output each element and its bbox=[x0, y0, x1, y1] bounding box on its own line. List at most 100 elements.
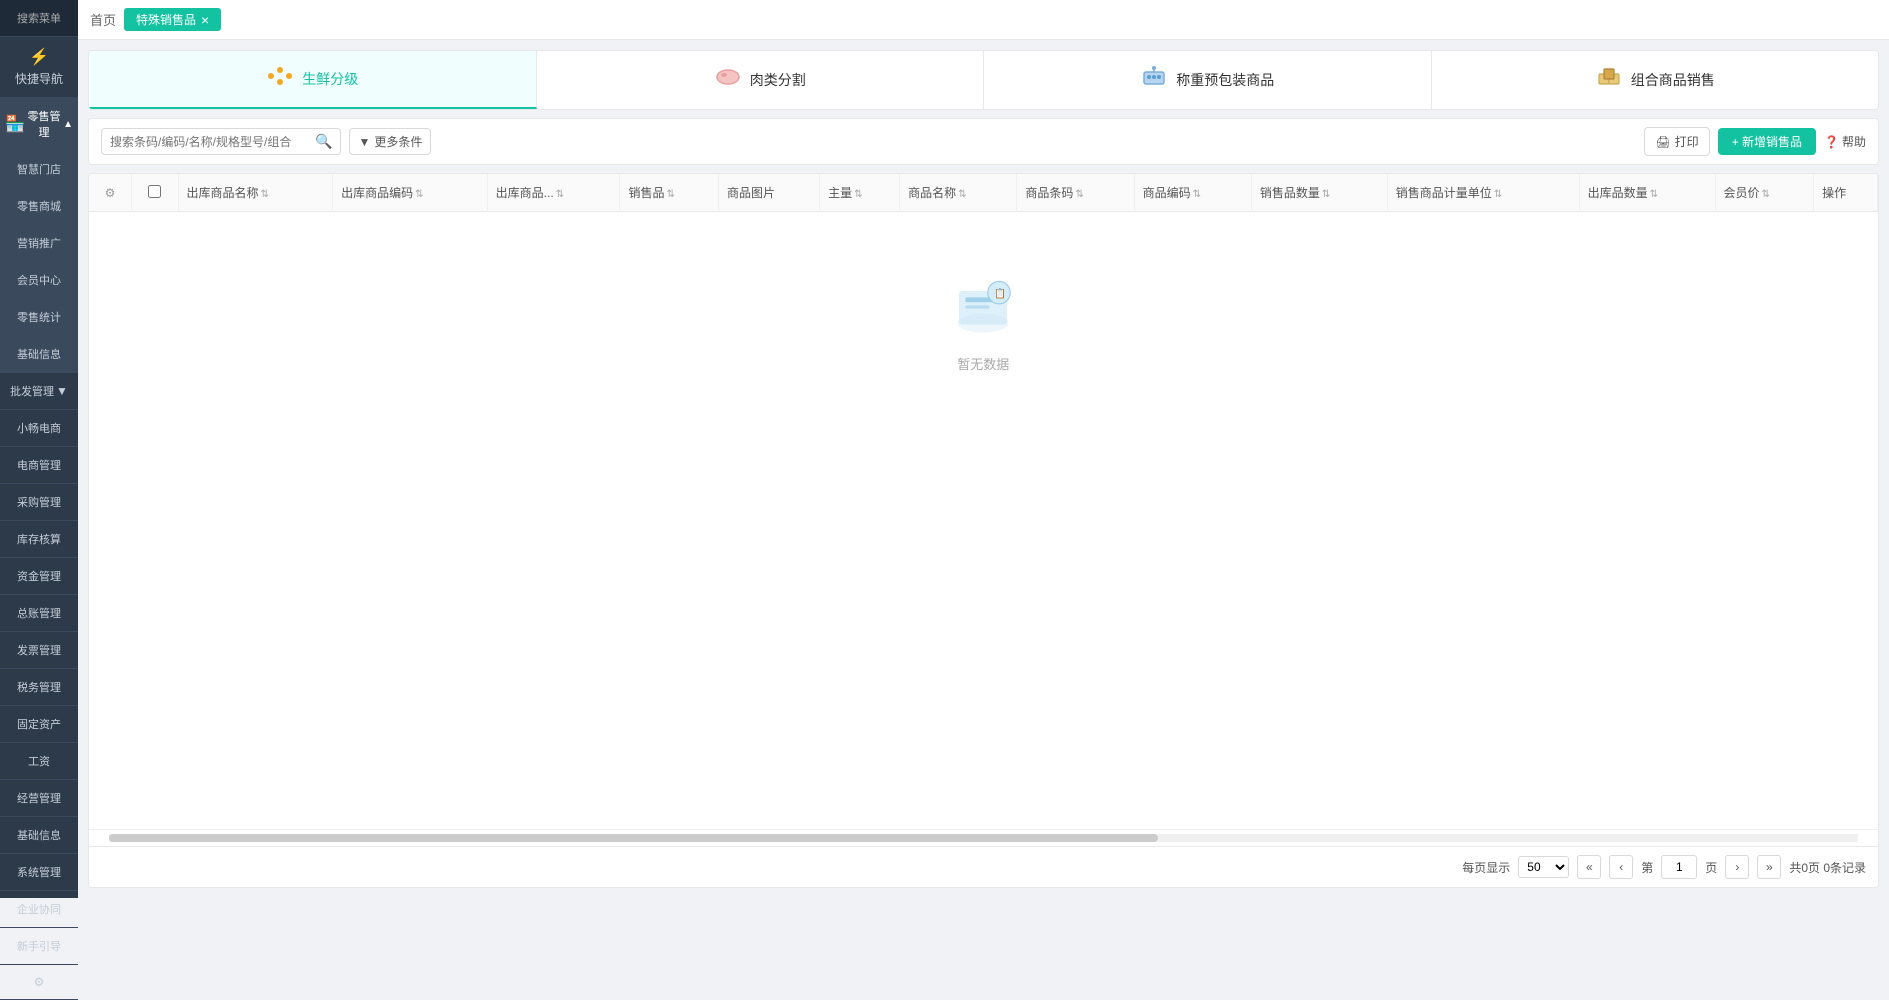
sort-icon[interactable]: ⇅ bbox=[1762, 189, 1770, 200]
filter-label: 更多条件 bbox=[374, 133, 422, 150]
topbar: 首页 特殊销售品 × bbox=[78, 0, 1889, 40]
retail-mgmt-arrow: ▲ bbox=[63, 119, 73, 130]
sidebar: 搜索菜单 ⚡ 快捷导航 🏪 零售管理 ▲ 智慧门店 零售商城 营销推广 会员中心… bbox=[0, 0, 78, 898]
help-button[interactable]: ❓ 帮助 bbox=[1824, 133, 1866, 150]
sort-icon[interactable]: ⇅ bbox=[1075, 189, 1083, 200]
th-sale-unit: 销售商品计量单位⇅ bbox=[1387, 174, 1579, 212]
add-label: + 新增销售品 bbox=[1732, 133, 1802, 150]
sidebar-item-member-center[interactable]: 会员中心 bbox=[0, 262, 78, 299]
horizontal-scrollbar[interactable] bbox=[89, 829, 1878, 846]
filter-icon: ▼ bbox=[358, 135, 370, 149]
active-tab[interactable]: 特殊销售品 × bbox=[124, 8, 221, 31]
biz-mgmt-label: 经营管理 bbox=[17, 790, 61, 806]
prev-page-button[interactable]: ‹ bbox=[1609, 855, 1633, 879]
sys-mgmt-label: 系统管理 bbox=[17, 864, 61, 880]
filter-button[interactable]: ▼ 更多条件 bbox=[349, 128, 431, 155]
sidebar-item-new-guide[interactable]: 新手引导 bbox=[0, 928, 78, 965]
th-check[interactable] bbox=[131, 174, 178, 212]
sort-icon[interactable]: ⇅ bbox=[958, 189, 966, 200]
per-page-select[interactable]: 50 10 20 100 bbox=[1518, 856, 1569, 878]
data-table: ⚙ 出库商品名称⇅ 出库商品编码⇅ 出库商品...⇅ 销售品⇅ 商品图片 主量⇅… bbox=[88, 173, 1879, 888]
content-area: 生鲜分级 肉类分割 bbox=[78, 40, 1889, 898]
tab-combo-label: 组合商品销售 bbox=[1631, 70, 1715, 90]
current-page-input[interactable] bbox=[1661, 855, 1697, 879]
sidebar-item-wholesale[interactable]: 批发管理 ▼ bbox=[0, 373, 78, 410]
last-page-button[interactable]: » bbox=[1757, 855, 1781, 879]
close-tab-icon[interactable]: × bbox=[201, 13, 209, 27]
th-sale-item: 销售品⇅ bbox=[620, 174, 719, 212]
sidebar-item-biz-mgmt[interactable]: 经营管理 bbox=[0, 780, 78, 817]
sort-icon[interactable]: ⇅ bbox=[556, 189, 564, 200]
help-label: 帮助 bbox=[1842, 133, 1866, 150]
quick-nav-icon: ⚡ bbox=[29, 47, 49, 67]
svg-text:📋: 📋 bbox=[994, 288, 1006, 300]
th-member-price: 会员价⇅ bbox=[1715, 174, 1814, 212]
sidebar-item-retail-mall[interactable]: 零售商城 bbox=[0, 188, 78, 225]
sidebar-item-fixed-assets[interactable]: 固定资产 bbox=[0, 706, 78, 743]
sidebar-item-inventory[interactable]: 库存核算 bbox=[0, 521, 78, 558]
sidebar-item-tax[interactable]: 税务管理 bbox=[0, 669, 78, 706]
toolbar-left: 🔍 ▼ 更多条件 bbox=[101, 128, 431, 155]
sidebar-item-wages[interactable]: 工资 bbox=[0, 743, 78, 780]
tab-weight-pkg-label: 称重预包装商品 bbox=[1176, 70, 1274, 90]
th-main-weight: 主量⇅ bbox=[820, 174, 900, 212]
sidebar-item-quick-nav[interactable]: ⚡ 快捷导航 bbox=[0, 37, 78, 98]
search-input[interactable] bbox=[110, 135, 310, 149]
new-guide-label: 新手引导 bbox=[17, 938, 61, 954]
combo-icon bbox=[1595, 66, 1623, 94]
ledger-label: 总账管理 bbox=[17, 605, 61, 621]
retail-stats-label: 零售统计 bbox=[17, 309, 61, 325]
sidebar-item-smart-store[interactable]: 智慧门店 bbox=[0, 151, 78, 188]
tab-meat-cut[interactable]: 肉类分割 bbox=[537, 51, 985, 109]
sort-icon[interactable]: ⇅ bbox=[261, 189, 269, 200]
sidebar-item-base-info2[interactable]: 基础信息 bbox=[0, 817, 78, 854]
sidebar-item-retail-mgmt[interactable]: 🏪 零售管理 ▲ bbox=[0, 98, 78, 151]
search-box[interactable]: 🔍 bbox=[101, 128, 341, 155]
fresh-grade-icon bbox=[266, 65, 294, 93]
table: ⚙ 出库商品名称⇅ 出库商品编码⇅ 出库商品...⇅ 销售品⇅ 商品图片 主量⇅… bbox=[89, 174, 1878, 433]
per-page-label: 每页显示 bbox=[1462, 859, 1510, 876]
scrollbar-track[interactable] bbox=[109, 834, 1858, 842]
next-page-button[interactable]: › bbox=[1725, 855, 1749, 879]
sidebar-item-purchase[interactable]: 采购管理 bbox=[0, 484, 78, 521]
weight-pkg-icon bbox=[1140, 66, 1168, 94]
sidebar-logo[interactable]: 搜索菜单 bbox=[0, 0, 78, 37]
sidebar-item-ledger[interactable]: 总账管理 bbox=[0, 595, 78, 632]
th-gear[interactable]: ⚙ bbox=[89, 174, 131, 212]
retail-mgmt-icon: 🏪 bbox=[5, 114, 25, 134]
sidebar-item-mini-ecom[interactable]: 小畅电商 bbox=[0, 410, 78, 447]
sidebar-item-invoice[interactable]: 发票管理 bbox=[0, 632, 78, 669]
tab-fresh-grade[interactable]: 生鲜分级 bbox=[89, 51, 537, 109]
ecom-mgmt-label: 电商管理 bbox=[17, 457, 61, 473]
sidebar-item-sys-mgmt[interactable]: 系统管理 bbox=[0, 854, 78, 891]
print-button[interactable]: 🖨 打印 bbox=[1644, 127, 1709, 156]
th-sale-qty: 销售品数量⇅ bbox=[1251, 174, 1387, 212]
member-center-label: 会员中心 bbox=[17, 272, 61, 288]
sort-icon[interactable]: ⇅ bbox=[666, 189, 674, 200]
add-sale-item-button[interactable]: + 新增销售品 bbox=[1718, 128, 1816, 155]
sort-icon[interactable]: ⇅ bbox=[1494, 189, 1502, 200]
first-page-button[interactable]: « bbox=[1577, 855, 1601, 879]
base-info-label: 基础信息 bbox=[17, 346, 61, 362]
sort-icon[interactable]: ⇅ bbox=[1322, 189, 1330, 200]
sort-icon[interactable]: ⇅ bbox=[854, 189, 862, 200]
sort-icon[interactable]: ⇅ bbox=[415, 189, 423, 200]
settings-icon: ⚙ bbox=[34, 975, 45, 989]
select-all-checkbox[interactable] bbox=[148, 185, 161, 198]
empty-text: 暂无数据 bbox=[957, 354, 1009, 373]
table-scroll[interactable]: ⚙ 出库商品名称⇅ 出库商品编码⇅ 出库商品...⇅ 销售品⇅ 商品图片 主量⇅… bbox=[89, 174, 1878, 829]
sidebar-item-settings[interactable]: ⚙ bbox=[0, 965, 78, 1000]
sort-icon[interactable]: ⇅ bbox=[1650, 189, 1658, 200]
sort-icon[interactable]: ⇅ bbox=[1193, 189, 1201, 200]
scrollbar-thumb[interactable] bbox=[109, 834, 1158, 842]
sidebar-item-fund[interactable]: 资金管理 bbox=[0, 558, 78, 595]
wholesale-label: 批发管理 bbox=[10, 383, 54, 399]
empty-cell: 📋 暂无数据 bbox=[89, 212, 1878, 434]
sidebar-item-ecom-mgmt[interactable]: 电商管理 bbox=[0, 447, 78, 484]
tab-weight-pkg[interactable]: 称重预包装商品 bbox=[984, 51, 1432, 109]
sidebar-item-enterprise[interactable]: 企业协同 bbox=[0, 891, 78, 928]
tab-combo[interactable]: 组合商品销售 bbox=[1432, 51, 1879, 109]
sidebar-item-retail-stats[interactable]: 零售统计 bbox=[0, 299, 78, 336]
sidebar-item-marketing[interactable]: 营销推广 bbox=[0, 225, 78, 262]
sidebar-item-base-info[interactable]: 基础信息 bbox=[0, 336, 78, 373]
